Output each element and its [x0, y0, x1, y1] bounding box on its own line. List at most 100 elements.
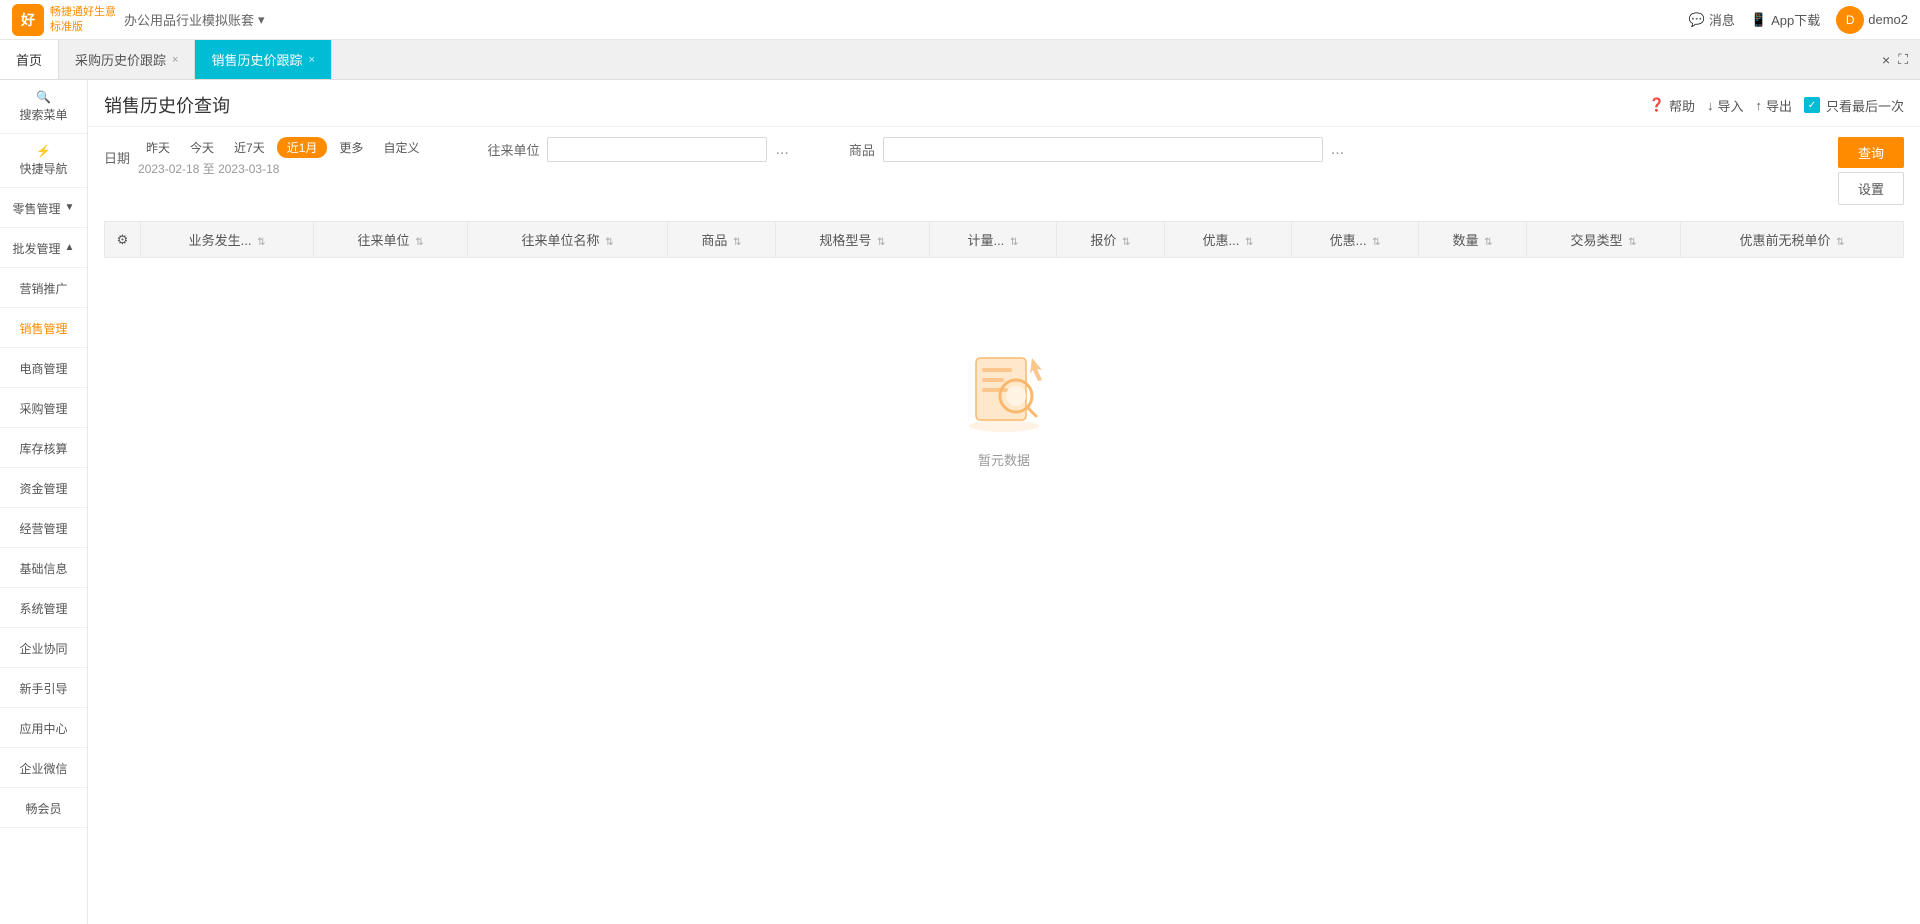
content-area: 销售历史价查询 ❓ 帮助 ↓ 导入 ↑ 导出 ✓ — [88, 80, 1920, 924]
sales-history-tab-label: 销售历史价跟踪 — [211, 50, 302, 69]
sort-icon: ⇅ — [733, 237, 741, 248]
chevron-down-icon: ▼ — [65, 202, 75, 213]
data-table: ⚙ 业务发生... ⇅ 往来单位 ⇅ 往来单位名称 — [104, 221, 1904, 258]
sidebar-item-marketing[interactable]: 营销推广 — [0, 268, 87, 308]
import-icon: ↓ — [1707, 98, 1714, 113]
logo-area: 好 畅捷通好生意 标准版 — [12, 4, 116, 36]
only-last-checkbox-area[interactable]: ✓ 只看最后一次 — [1804, 96, 1904, 115]
table-col-discount2[interactable]: 优惠... ⇅ — [1291, 222, 1418, 258]
sidebar-item-member[interactable]: 畅会员 — [0, 788, 87, 828]
export-icon: ↑ — [1755, 98, 1762, 113]
partner-input[interactable] — [547, 137, 767, 162]
date-filter-group: 日期 昨天 今天 近7天 近1月 更多 自定义 2023-02-18 至 202… — [104, 137, 427, 177]
sort-icon: ⇅ — [1628, 237, 1636, 248]
sort-icon: ⇅ — [877, 237, 885, 248]
table-header-row: ⚙ 业务发生... ⇅ 往来单位 ⇅ 往来单位名称 — [105, 222, 1904, 258]
chevron-down-icon[interactable]: ▾ — [258, 12, 265, 28]
help-icon: ❓ — [1649, 97, 1665, 113]
user-menu[interactable]: D demo2 — [1836, 6, 1908, 34]
sort-icon: ⇅ — [415, 237, 423, 248]
table-container: ⚙ 业务发生... ⇅ 往来单位 ⇅ 往来单位名称 — [88, 221, 1920, 549]
filter-row-1: 日期 昨天 今天 近7天 近1月 更多 自定义 2023-02-18 至 202… — [104, 137, 1904, 205]
main-layout: 🔍 搜索菜单 ⚡ 快捷导航 零售管理 ▼ 批发管理 ▲ 营销推广 销售管理 电商… — [0, 80, 1920, 924]
page-header: 销售历史价查询 ❓ 帮助 ↓ 导入 ↑ 导出 ✓ — [88, 80, 1920, 127]
sidebar-item-sales-mgmt[interactable]: 销售管理 — [0, 308, 87, 348]
sidebar-item-operations[interactable]: 经营管理 — [0, 508, 87, 548]
page-actions: ❓ 帮助 ↓ 导入 ↑ 导出 ✓ 只看最后一次 — [1649, 96, 1904, 115]
partner-dots-button[interactable]: ... — [775, 141, 788, 159]
empty-state: 暂元数据 — [104, 258, 1904, 549]
table-col-gear: ⚙ — [105, 222, 141, 258]
date-btn-7days[interactable]: 近7天 — [226, 137, 273, 158]
date-range-display: 2023-02-18 至 2023-03-18 — [138, 160, 427, 177]
sidebar-item-wechat[interactable]: 企业微信 — [0, 748, 87, 788]
import-button[interactable]: ↓ 导入 — [1707, 96, 1744, 115]
breadcrumb: 办公用品行业模拟账套 ▾ — [124, 10, 265, 29]
sidebar-item-basic-info[interactable]: 基础信息 — [0, 548, 87, 588]
close-all-tabs-button[interactable]: × — [1882, 52, 1890, 68]
table-col-goods[interactable]: 商品 ⇅ — [667, 222, 775, 258]
table-col-quantity[interactable]: 数量 ⇅ — [1419, 222, 1527, 258]
date-btn-more[interactable]: 更多 — [331, 137, 371, 158]
goods-input[interactable] — [883, 137, 1323, 162]
date-btn-yesterday[interactable]: 昨天 — [138, 137, 178, 158]
table-col-discount1[interactable]: 优惠... ⇅ — [1164, 222, 1291, 258]
date-btn-custom[interactable]: 自定义 — [375, 137, 427, 158]
sidebar-item-finance[interactable]: 资金管理 — [0, 468, 87, 508]
query-button[interactable]: 查询 — [1838, 137, 1904, 168]
sidebar-item-quick-nav[interactable]: ⚡ 快捷导航 — [0, 134, 87, 188]
table-col-spec[interactable]: 规格型号 ⇅ — [775, 222, 929, 258]
table-col-partner-code[interactable]: 往来单位 ⇅ — [314, 222, 468, 258]
filter-section: 日期 昨天 今天 近7天 近1月 更多 自定义 2023-02-18 至 202… — [88, 127, 1920, 221]
table-col-pretax-price[interactable]: 优惠前无税单价 ⇅ — [1680, 222, 1903, 258]
message-button[interactable]: 💬 消息 — [1689, 10, 1735, 29]
logo-icon: 好 — [12, 4, 44, 36]
table-col-biz-date[interactable]: 业务发生... ⇅ — [141, 222, 314, 258]
partner-filter-group: 往来单位 ... — [487, 137, 788, 162]
only-last-checkbox[interactable]: ✓ — [1804, 97, 1820, 113]
app-download-button[interactable]: 📱 App下载 — [1751, 10, 1820, 29]
sidebar-item-app-center[interactable]: 应用中心 — [0, 708, 87, 748]
close-sales-history-tab[interactable]: × — [308, 54, 314, 66]
sidebar-item-purchase[interactable]: 采购管理 — [0, 388, 87, 428]
sidebar-item-guide[interactable]: 新手引导 — [0, 668, 87, 708]
date-btn-1month[interactable]: 近1月 — [277, 137, 328, 158]
topbar-left: 好 畅捷通好生意 标准版 办公用品行业模拟账套 ▾ — [12, 4, 265, 36]
sort-icon: ⇅ — [1010, 237, 1018, 248]
search-icon: 🔍 — [4, 90, 83, 104]
settings-button[interactable]: 设置 — [1838, 172, 1904, 205]
date-label: 日期 — [104, 148, 130, 167]
page-title: 销售历史价查询 — [104, 92, 230, 118]
sort-icon: ⇅ — [1122, 237, 1130, 248]
action-buttons: 查询 设置 — [1838, 137, 1904, 205]
table-col-price[interactable]: 报价 ⇅ — [1056, 222, 1164, 258]
help-button[interactable]: ❓ 帮助 — [1649, 96, 1695, 115]
goods-label: 商品 — [849, 140, 875, 159]
home-tab-label: 首页 — [16, 50, 42, 69]
sidebar-item-ecommerce[interactable]: 电商管理 — [0, 348, 87, 388]
export-button[interactable]: ↑ 导出 — [1755, 96, 1792, 115]
close-purchase-history-tab[interactable]: × — [172, 54, 178, 66]
sort-icon: ⇅ — [257, 237, 265, 248]
tab-home[interactable]: 首页 — [0, 40, 59, 79]
date-btn-today[interactable]: 今天 — [182, 137, 222, 158]
sidebar-item-enterprise[interactable]: 企业协同 — [0, 628, 87, 668]
sidebar-item-search-menu[interactable]: 🔍 搜索菜单 — [0, 80, 87, 134]
sidebar-item-inventory[interactable]: 库存核算 — [0, 428, 87, 468]
table-col-partner-name[interactable]: 往来单位名称 ⇅ — [468, 222, 668, 258]
tab-sales-history[interactable]: 销售历史价跟踪 × — [195, 40, 331, 79]
table-col-unit[interactable]: 计量... ⇅ — [929, 222, 1056, 258]
sidebar-item-wholesale-mgmt[interactable]: 批发管理 ▲ — [0, 228, 87, 268]
phone-icon: 📱 — [1751, 12, 1767, 28]
sort-icon: ⇅ — [1836, 237, 1844, 248]
sort-icon: ⇅ — [1484, 237, 1492, 248]
topbar-right: 💬 消息 📱 App下载 D demo2 — [1689, 6, 1908, 34]
tab-purchase-history[interactable]: 采购历史价跟踪 × — [59, 40, 195, 79]
sidebar-item-retail-mgmt[interactable]: 零售管理 ▼ — [0, 188, 87, 228]
sidebar-item-system[interactable]: 系统管理 — [0, 588, 87, 628]
gear-icon[interactable]: ⚙ — [117, 232, 129, 247]
goods-dots-button[interactable]: ... — [1331, 141, 1344, 159]
table-col-trade-type[interactable]: 交易类型 ⇅ — [1527, 222, 1681, 258]
partner-label: 往来单位 — [487, 140, 539, 159]
fullscreen-button[interactable]: ⛶ — [1898, 51, 1908, 68]
